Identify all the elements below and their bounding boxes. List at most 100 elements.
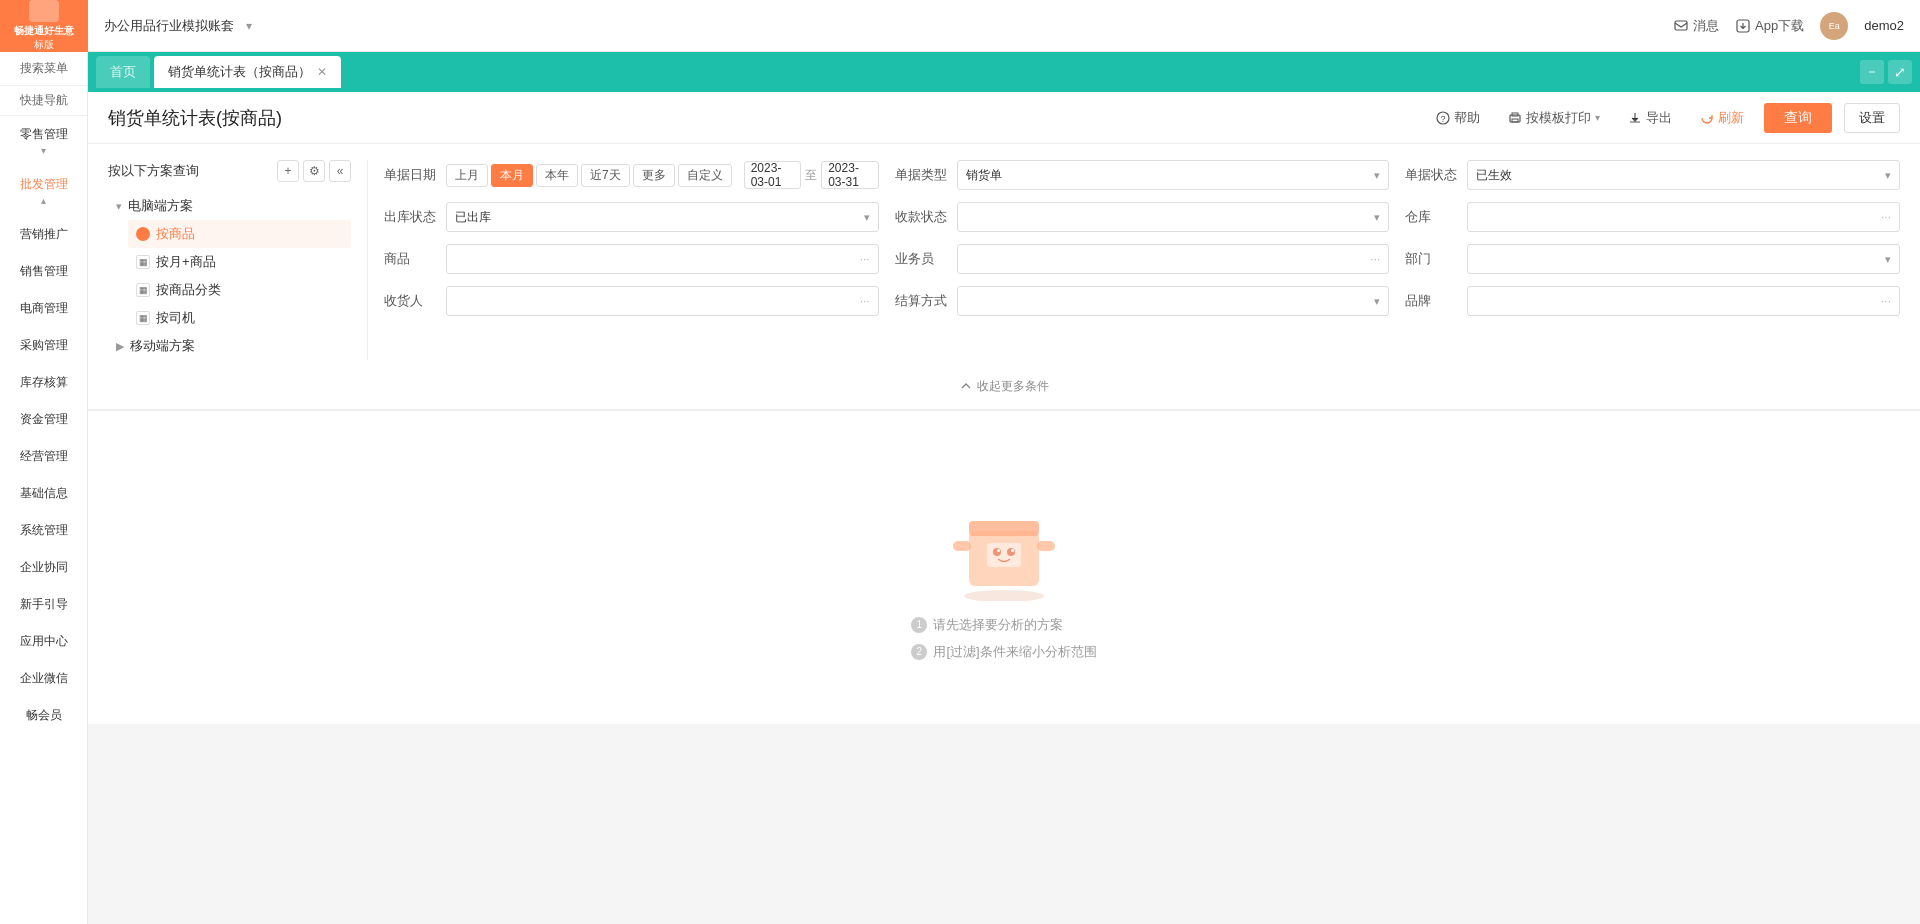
salesman-input[interactable]: ··· <box>957 244 1390 274</box>
filter-settlement: 结算方式 ▾ <box>895 286 1390 316</box>
export-button[interactable]: 导出 <box>1620 105 1680 131</box>
scheme-item-by-category[interactable]: ▦ 按商品分类 <box>128 276 351 304</box>
main-area: 办公用品行业模拟账套 ▾ 消息 App下载 Ea demo2 首页 销货单统计表… <box>88 0 1920 924</box>
warehouse-input[interactable]: ··· <box>1467 202 1900 232</box>
sidebar-quick-nav[interactable]: 快捷导航 <box>0 86 87 116</box>
tab-report[interactable]: 销货单统计表（按商品） ✕ <box>154 56 341 88</box>
settlement-input[interactable]: ▾ <box>957 286 1390 316</box>
scheme-item-by-product[interactable]: 按商品 <box>128 220 351 248</box>
doc-status-input[interactable]: 已生效 ▾ <box>1467 160 1900 190</box>
sidebar-item-wholesale[interactable]: 批发管理 ▴ <box>0 166 87 216</box>
product-input[interactable]: ··· <box>446 244 879 274</box>
user-avatar[interactable]: Ea <box>1820 12 1848 40</box>
svg-rect-16 <box>1037 541 1055 551</box>
brand-label: 品牌 <box>1405 292 1459 310</box>
sidebar-item-retail[interactable]: 零售管理 ▾ <box>0 116 87 166</box>
username-label: demo2 <box>1864 18 1904 33</box>
brand-input[interactable]: ··· <box>1467 286 1900 316</box>
filter-row-2: 出库状态 已出库 ▾ 收款状态 ▾ <box>384 202 1900 232</box>
topbar-brand-dropdown[interactable]: ▾ <box>246 19 252 33</box>
filter-warehouse: 仓库 ··· <box>1405 202 1900 232</box>
sidebar-item-guide[interactable]: 新手引导 <box>0 586 87 623</box>
doc-status-dropdown-icon: ▾ <box>1885 169 1891 182</box>
filter-doc-type: 单据类型 销货单 ▾ <box>895 160 1390 190</box>
filter-right: 单据日期 上月 本月 本年 近7天 更多 自定义 <box>384 160 1900 328</box>
svg-point-14 <box>1011 549 1014 552</box>
sidebar-item-wechat[interactable]: 企业微信 <box>0 660 87 697</box>
sidebar-item-inventory[interactable]: 库存核算 <box>0 364 87 401</box>
date-to-input[interactable]: 2023-03-31 <box>821 161 879 189</box>
payment-status-input[interactable]: ▾ <box>957 202 1390 232</box>
refresh-icon <box>1700 111 1714 125</box>
doc-type-input[interactable]: 销货单 ▾ <box>957 160 1390 190</box>
date-tab-7days[interactable]: 近7天 <box>581 164 630 187</box>
sidebar-item-finance[interactable]: 资金管理 <box>0 401 87 438</box>
department-dropdown-icon: ▾ <box>1885 253 1891 266</box>
tab-close-icon[interactable]: ✕ <box>317 65 327 79</box>
sidebar-item-basic[interactable]: 基础信息 <box>0 475 87 512</box>
date-tab-more[interactable]: 更多 <box>633 164 675 187</box>
date-from-input[interactable]: 2023-03-01 <box>744 161 802 189</box>
svg-point-13 <box>997 549 1000 552</box>
scheme-icon-category: ▦ <box>136 283 150 297</box>
query-button[interactable]: 查询 <box>1764 103 1832 133</box>
date-tab-this-year[interactable]: 本年 <box>536 164 578 187</box>
scheme-panel: 按以下方案查询 + ⚙ « ▾ 电脑端方案 <box>108 160 368 360</box>
date-tab-custom[interactable]: 自定义 <box>678 164 732 187</box>
collapse-icon <box>959 380 973 394</box>
settings-button[interactable]: 设置 <box>1844 103 1900 133</box>
tab-home[interactable]: 首页 <box>96 56 150 88</box>
app-download-button[interactable]: App下载 <box>1735 17 1804 35</box>
message-icon <box>1673 18 1689 34</box>
date-label: 单据日期 <box>384 166 438 184</box>
maximize-button[interactable]: ⤢ <box>1888 60 1912 84</box>
print-dropdown-icon[interactable]: ▾ <box>1595 112 1600 123</box>
collapse-button[interactable]: 收起更多条件 <box>108 372 1900 401</box>
warehouse-dots: ··· <box>1881 210 1891 224</box>
filter-payment-status: 收款状态 ▾ <box>895 202 1390 232</box>
sidebar-item-member[interactable]: 畅会员 <box>0 697 87 734</box>
scheme-add-icon[interactable]: + <box>277 160 299 182</box>
filter-out-status: 出库状态 已出库 ▾ <box>384 202 879 232</box>
empty-state: 1 请先选择要分析的方案 2 用[过滤]条件来缩小分析范围 <box>88 411 1920 724</box>
minimize-button[interactable]: － <box>1860 60 1884 84</box>
sidebar-logo[interactable]: 畅捷通好生意 标版 <box>0 0 88 52</box>
sidebar-item-system[interactable]: 系统管理 <box>0 512 87 549</box>
refresh-button[interactable]: 刷新 <box>1692 105 1752 131</box>
out-status-input[interactable]: 已出库 ▾ <box>446 202 879 232</box>
scheme-tree: ▾ 电脑端方案 按商品 ▦ 按月+商品 <box>108 192 351 360</box>
sidebar-item-purchase[interactable]: 采购管理 <box>0 327 87 364</box>
sidebar-item-enterprise[interactable]: 企业协同 <box>0 549 87 586</box>
doc-type-dropdown-icon: ▾ <box>1374 169 1380 182</box>
filter-brand: 品牌 ··· <box>1405 286 1900 316</box>
message-button[interactable]: 消息 <box>1673 17 1719 35</box>
salesman-label: 业务员 <box>895 250 949 268</box>
page-title: 销货单统计表(按商品) <box>108 106 1428 130</box>
date-tab-this-month[interactable]: 本月 <box>491 164 533 187</box>
department-input[interactable]: ▾ <box>1467 244 1900 274</box>
sidebar-item-sales[interactable]: 销售管理 <box>0 253 87 290</box>
print-button[interactable]: 按模板打印 ▾ <box>1500 105 1608 131</box>
scheme-mobile-group: ▶ 移动端方案 <box>108 332 351 360</box>
scheme-settings-icon[interactable]: ⚙ <box>303 160 325 182</box>
scheme-item-by-driver[interactable]: ▦ 按司机 <box>128 304 351 332</box>
sidebar-item-marketing[interactable]: 营销推广 <box>0 216 87 253</box>
help-button[interactable]: ? 帮助 <box>1428 105 1488 131</box>
scheme-collapse-icon[interactable]: « <box>329 160 351 182</box>
tabbar: 首页 销货单统计表（按商品） ✕ － ⤢ <box>88 52 1920 92</box>
date-input-range: 2023-03-01 至 2023-03-31 <box>744 161 879 189</box>
active-scheme-indicator <box>136 227 150 241</box>
filter-row-3: 商品 ··· 业务员 ··· <box>384 244 1900 274</box>
scheme-item-by-month-product[interactable]: ▦ 按月+商品 <box>128 248 351 276</box>
sidebar-item-operation[interactable]: 经营管理 <box>0 438 87 475</box>
date-tab-last-month[interactable]: 上月 <box>446 164 488 187</box>
sidebar-item-apps[interactable]: 应用中心 <box>0 623 87 660</box>
filter-row-4: 收货人 ··· 结算方式 ▾ <box>384 286 1900 316</box>
scheme-desktop-group: ▾ 电脑端方案 <box>108 192 351 220</box>
filter-product: 商品 ··· <box>384 244 879 274</box>
salesman-dots: ··· <box>1370 252 1380 266</box>
consignee-input[interactable]: ··· <box>446 286 879 316</box>
sidebar-item-ecommerce[interactable]: 电商管理 <box>0 290 87 327</box>
sidebar-search[interactable]: 搜索菜单 <box>0 52 87 86</box>
department-label: 部门 <box>1405 250 1459 268</box>
